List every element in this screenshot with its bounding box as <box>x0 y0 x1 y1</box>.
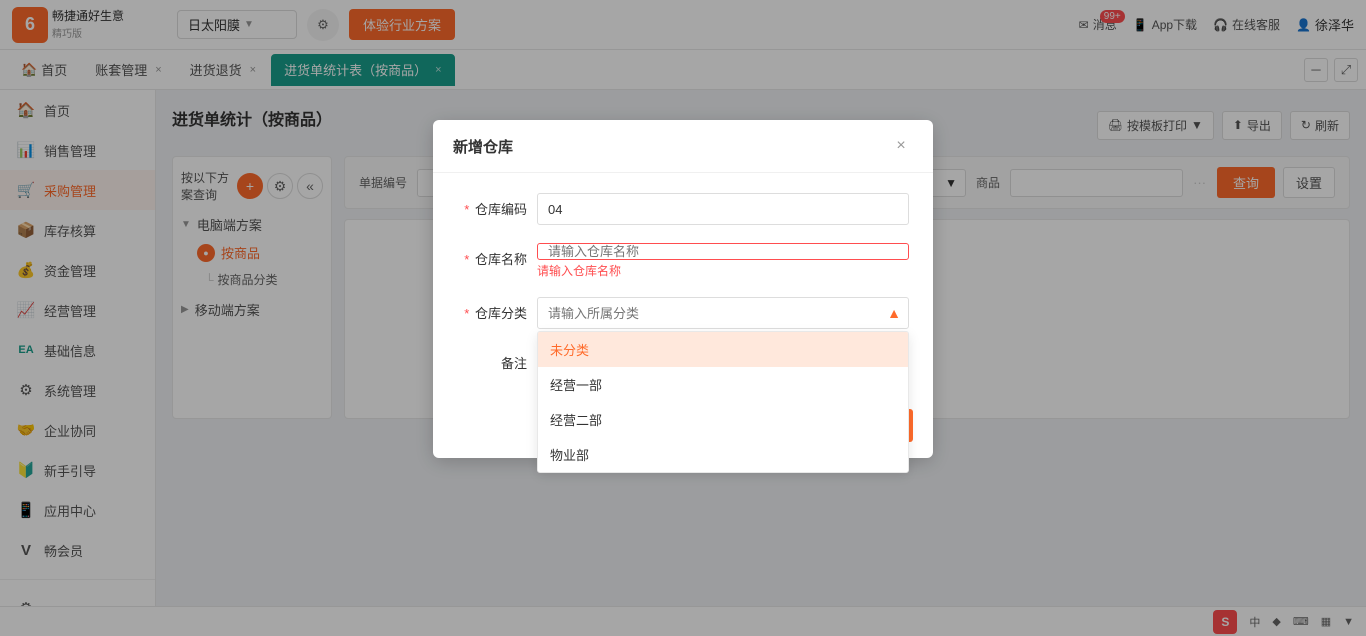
dropdown-option-unclassified[interactable]: 未分类 <box>538 332 908 367</box>
warehouse-name-input[interactable] <box>537 243 909 260</box>
name-error-tip: 请输入仓库名称 <box>537 262 909 279</box>
form-row-code: * 仓库编码 <box>457 193 909 225</box>
note-label: 备注 <box>457 347 527 372</box>
category-label: * 仓库分类 <box>457 297 527 322</box>
dropdown-option-dept3[interactable]: 物业部 <box>538 437 908 472</box>
category-dropdown[interactable]: ▲ 未分类 经营一部 经营二部 物业部 <box>537 297 909 329</box>
form-row-name: * 仓库名称 请输入仓库名称 <box>457 243 909 279</box>
new-warehouse-modal: 新增仓库 × * 仓库编码 * 仓库名称 请输入仓库名称 <box>433 120 933 458</box>
name-label: * 仓库名称 <box>457 243 527 268</box>
dropdown-option-dept2[interactable]: 经营二部 <box>538 402 908 437</box>
category-input[interactable] <box>537 297 909 329</box>
form-row-category: * 仓库分类 ▲ 未分类 经营一部 经营二部 物业部 <box>457 297 909 329</box>
code-label: * 仓库编码 <box>457 193 527 218</box>
modal-title: 新增仓库 <box>453 136 513 157</box>
warehouse-code-input[interactable] <box>537 193 909 225</box>
modal-header: 新增仓库 × <box>433 120 933 173</box>
category-dropdown-list: 未分类 经营一部 经营二部 物业部 <box>537 331 909 473</box>
modal-close-button[interactable]: × <box>889 134 913 158</box>
dropdown-option-dept1[interactable]: 经营一部 <box>538 367 908 402</box>
name-field-wrap: 请输入仓库名称 <box>537 243 909 279</box>
modal-body: * 仓库编码 * 仓库名称 请输入仓库名称 * <box>433 173 933 399</box>
modal-overlay: 新增仓库 × * 仓库编码 * 仓库名称 请输入仓库名称 <box>0 0 1366 636</box>
